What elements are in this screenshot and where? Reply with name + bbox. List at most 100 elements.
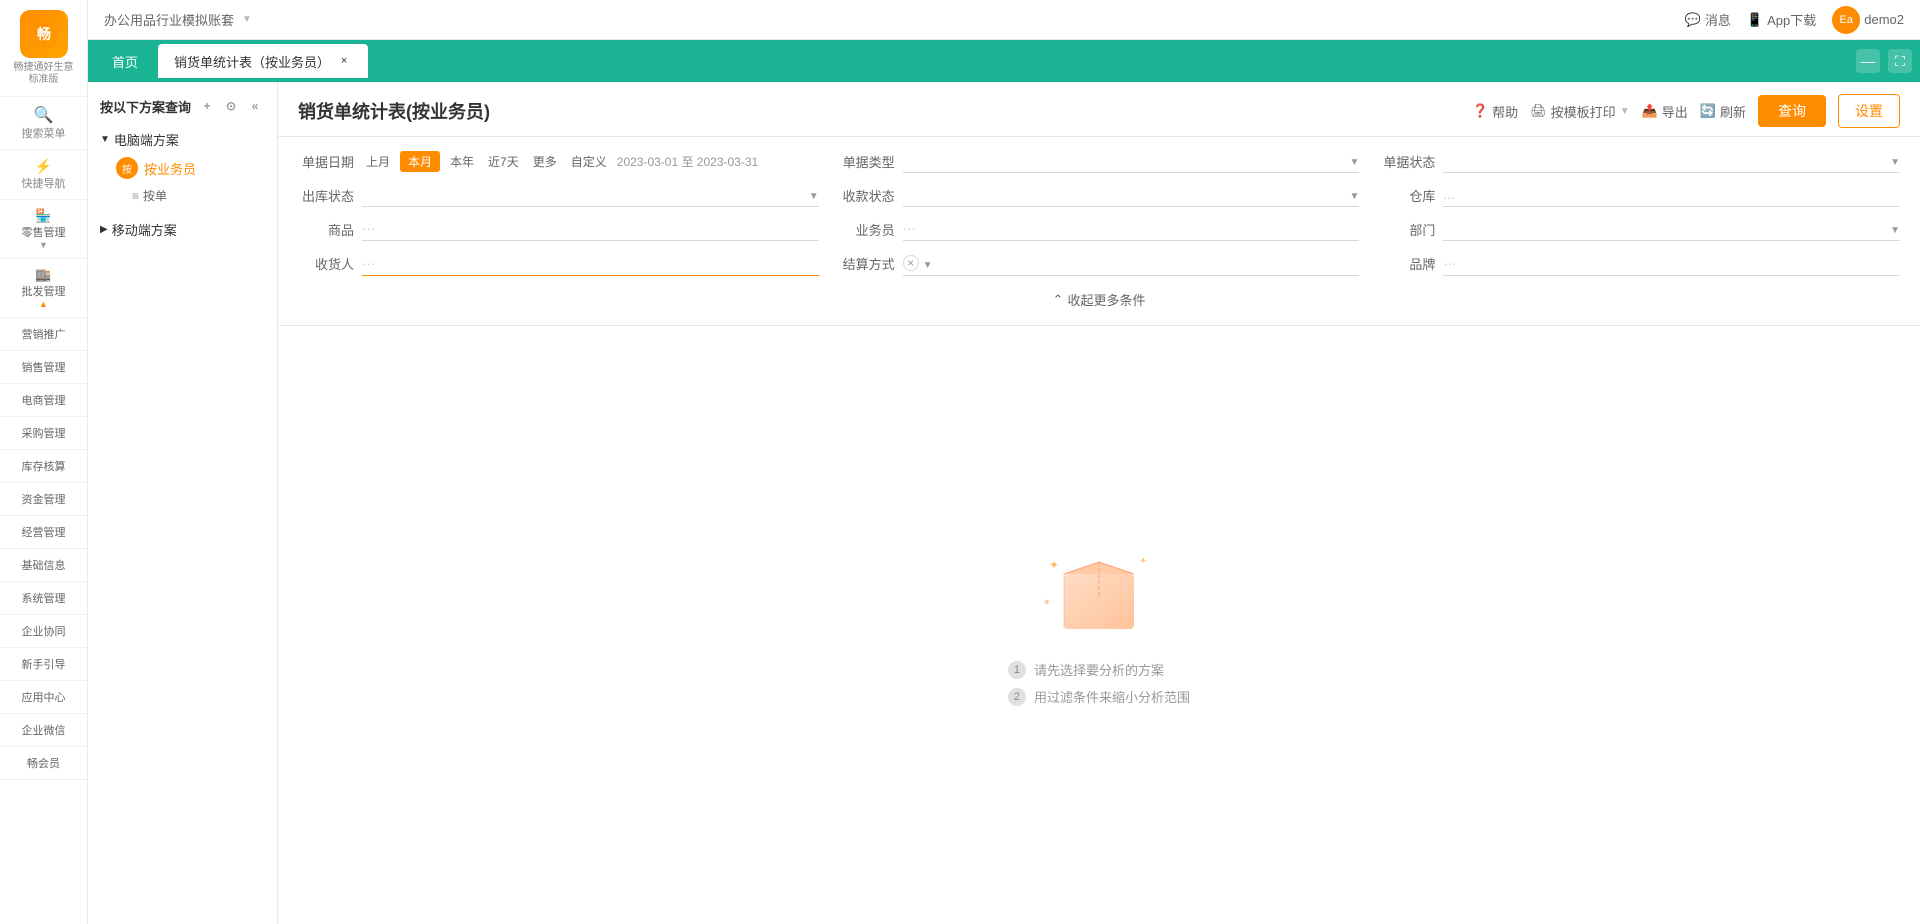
warehouse-select[interactable]: ... bbox=[1443, 187, 1900, 202]
order-type-filter: 单据类型 bbox=[839, 149, 1360, 173]
scheme-item-order[interactable]: ≡ 按单 bbox=[88, 183, 277, 208]
sidebar-item-enterprise[interactable]: 企业协同 bbox=[0, 615, 87, 648]
guide-label: 新手引导 bbox=[4, 656, 83, 672]
order-type-select[interactable] bbox=[903, 153, 1360, 168]
topbar: 办公用品行业模拟账套 ▼ 💬 消息 📱 App下载 Ea demo2 bbox=[88, 0, 1920, 40]
retail-label: 零售管理 bbox=[4, 224, 83, 240]
product-label: 商品 bbox=[298, 220, 354, 239]
user-avatar-area[interactable]: Ea demo2 bbox=[1832, 6, 1904, 34]
settlement-clear-btn[interactable]: × bbox=[903, 255, 919, 271]
sidebar-item-purchase[interactable]: 采购管理 bbox=[0, 417, 87, 450]
user-name: demo2 bbox=[1864, 12, 1904, 27]
date-btn-thismonth[interactable]: 本月 bbox=[400, 151, 440, 172]
retail-arrow: ▼ bbox=[4, 240, 83, 250]
system-label: 系统管理 bbox=[4, 590, 83, 606]
sidebar-item-guide[interactable]: 新手引导 bbox=[0, 648, 87, 681]
mobile-scheme-header[interactable]: ▶ 移动端方案 bbox=[88, 216, 277, 243]
product-select[interactable]: ··· bbox=[362, 221, 819, 236]
scheme-item-salesperson[interactable]: 按 按业务员 bbox=[88, 153, 277, 183]
collapse-filters-btn[interactable]: ⌃ 收起更多条件 bbox=[298, 286, 1900, 313]
sidebar-item-basic[interactable]: 基础信息 bbox=[0, 549, 87, 582]
empty-illustration: ✦ ✦ ⬥ bbox=[1039, 544, 1159, 644]
out-status-select[interactable] bbox=[362, 187, 819, 202]
sidebar-item-system[interactable]: 系统管理 bbox=[0, 582, 87, 615]
empty-state: ✦ ✦ ⬥ 1 请先选择要分析的方案 2 用过滤条件来缩小分析范围 bbox=[278, 326, 1920, 924]
app-download-icon: 📱 bbox=[1747, 12, 1763, 28]
tab-sales-stats[interactable]: 销货单统计表（按业务员） × bbox=[158, 44, 368, 78]
sidebar-item-wechat[interactable]: 企业微信 bbox=[0, 714, 87, 747]
order-status-select[interactable] bbox=[1443, 153, 1900, 168]
sidebar-item-wholesale[interactable]: 🏬 批发管理 ▲ bbox=[0, 259, 87, 318]
copy-scheme-btn[interactable]: ⊙ bbox=[221, 96, 241, 116]
account-name[interactable]: 办公用品行业模拟账套 bbox=[104, 10, 234, 29]
sidebar-item-ecommerce[interactable]: 电商管理 bbox=[0, 384, 87, 417]
setting-button[interactable]: 设置 bbox=[1838, 94, 1900, 128]
svg-text:✦: ✦ bbox=[1049, 558, 1059, 572]
account-dropdown-icon[interactable]: ▼ bbox=[242, 14, 252, 25]
print-dropdown-icon[interactable]: ▼ bbox=[1620, 106, 1630, 117]
sidebar-item-inventory[interactable]: 库存核算 bbox=[0, 450, 87, 483]
pc-scheme-group: ▼ 电脑端方案 按 按业务员 ≡ 按单 bbox=[88, 122, 277, 212]
consignee-control: ··· bbox=[362, 252, 819, 276]
tab-home[interactable]: 首页 bbox=[96, 44, 154, 78]
sidebar-item-sales[interactable]: 销售管理 bbox=[0, 351, 87, 384]
right-content: 销货单统计表(按业务员) ❓ 帮助 🖨 按模板打印 ▼ 📤 导出 bbox=[278, 82, 1920, 924]
logo-text: 畅捷通好生意 标准版 bbox=[5, 62, 82, 86]
date-btn-lastmonth[interactable]: 上月 bbox=[362, 151, 394, 172]
settlement-select[interactable]: × bbox=[903, 255, 1360, 271]
shortcut-nav-item[interactable]: ⚡ 快捷导航 bbox=[0, 150, 87, 200]
sidebar-item-vip[interactable]: 畅会员 bbox=[0, 747, 87, 780]
date-btn-more[interactable]: 更多 bbox=[529, 151, 561, 172]
messages-btn[interactable]: 💬 消息 bbox=[1685, 10, 1731, 29]
date-label: 单据日期 bbox=[298, 152, 354, 171]
mobile-scheme-label: 移动端方案 bbox=[112, 220, 177, 239]
print-icon: 🖨 bbox=[1530, 103, 1547, 119]
basic-label: 基础信息 bbox=[4, 557, 83, 573]
pc-scheme-label: 电脑端方案 bbox=[114, 130, 179, 149]
maximize-btn[interactable]: ⛶ bbox=[1888, 49, 1912, 73]
brand-filter: 品牌 ··· bbox=[1379, 252, 1900, 276]
brand-select[interactable]: ··· bbox=[1443, 256, 1900, 271]
svg-text:畅: 畅 bbox=[37, 26, 51, 42]
content-area: 按以下方案查询 + ⊙ « ▼ 电脑端方案 按 按业务员 ≡ 按单 bbox=[88, 82, 1920, 924]
consignee-select[interactable]: ··· bbox=[362, 256, 819, 271]
sidebar-item-operation[interactable]: 经营管理 bbox=[0, 516, 87, 549]
add-scheme-btn[interactable]: + bbox=[197, 96, 217, 116]
date-btn-7days[interactable]: 近7天 bbox=[484, 151, 523, 172]
finance-label: 资金管理 bbox=[4, 491, 83, 507]
print-btn[interactable]: 🖨 按模板打印 ▼ bbox=[1530, 102, 1629, 121]
purchase-label: 采购管理 bbox=[4, 425, 83, 441]
department-select[interactable] bbox=[1443, 221, 1900, 236]
left-panel: 按以下方案查询 + ⊙ « ▼ 电脑端方案 按 按业务员 ≡ 按单 bbox=[88, 82, 278, 924]
inventory-label: 库存核算 bbox=[4, 458, 83, 474]
brand-label: 品牌 bbox=[1379, 254, 1435, 273]
svg-text:✦: ✦ bbox=[1139, 556, 1147, 567]
refresh-label: 刷新 bbox=[1720, 102, 1746, 121]
tab-active-label: 销货单统计表（按业务员） bbox=[174, 52, 330, 71]
search-menu-item[interactable]: 🔍 搜索菜单 bbox=[0, 97, 87, 150]
refresh-btn[interactable]: 🔄 刷新 bbox=[1700, 102, 1746, 121]
collapse-panel-btn[interactable]: « bbox=[245, 96, 265, 116]
date-btn-thisyear[interactable]: 本年 bbox=[446, 151, 478, 172]
tab-close-btn[interactable]: × bbox=[336, 53, 352, 69]
sidebar-item-retail[interactable]: 🏪 零售管理 ▼ bbox=[0, 200, 87, 259]
app-download-btn[interactable]: 📱 App下载 bbox=[1747, 10, 1816, 29]
user-avatar: Ea bbox=[1832, 6, 1860, 34]
sidebar-item-marketing[interactable]: 营销推广 bbox=[0, 318, 87, 351]
minimize-btn[interactable]: — bbox=[1856, 49, 1880, 73]
sidebar-item-appstore[interactable]: 应用中心 bbox=[0, 681, 87, 714]
help-btn[interactable]: ❓ 帮助 bbox=[1472, 102, 1518, 121]
logo-area: 畅 畅捷通好生意 标准版 bbox=[0, 0, 87, 97]
warehouse-control: ... bbox=[1443, 183, 1900, 207]
sidebar-item-finance[interactable]: 资金管理 bbox=[0, 483, 87, 516]
filter-row-1: 单据日期 上月 本月 本年 近7天 更多 自定义 2023-03-01 至 20… bbox=[298, 149, 1900, 173]
query-button[interactable]: 查询 bbox=[1758, 95, 1826, 127]
date-btn-custom[interactable]: 自定义 bbox=[567, 151, 611, 172]
order-type-control bbox=[903, 149, 1360, 173]
receipt-status-filter: 收款状态 bbox=[839, 183, 1360, 207]
export-btn[interactable]: 📤 导出 bbox=[1642, 102, 1688, 121]
settlement-filter: 结算方式 × bbox=[839, 251, 1360, 276]
receipt-status-select[interactable] bbox=[903, 187, 1360, 202]
salesperson-select[interactable]: ··· bbox=[903, 221, 1360, 236]
pc-scheme-header[interactable]: ▼ 电脑端方案 bbox=[88, 126, 277, 153]
